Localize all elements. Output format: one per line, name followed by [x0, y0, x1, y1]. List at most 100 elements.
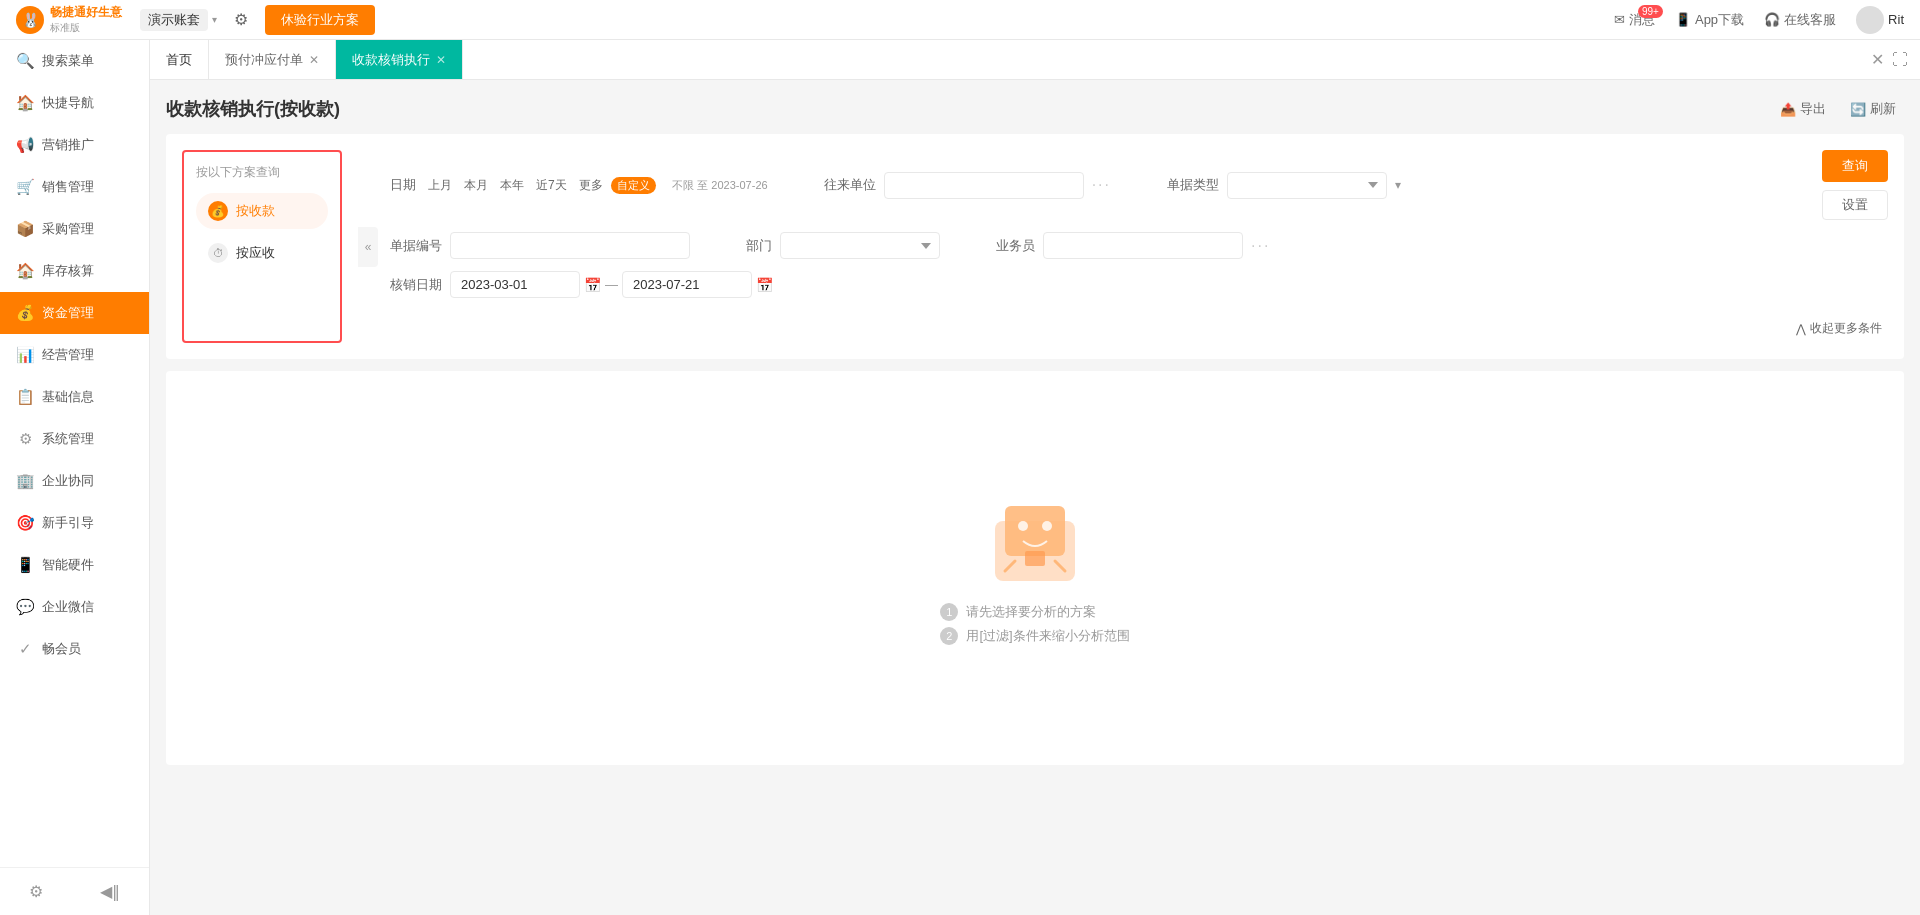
date-separator: —	[605, 277, 618, 292]
sidebar-item-marketing[interactable]: 📢 营销推广	[0, 124, 149, 166]
business-icon: 📊	[16, 346, 34, 364]
filter-option-by-receipt[interactable]: 💰 按收款	[196, 193, 328, 229]
sidebar-item-inventory[interactable]: 🏠 库存核算	[0, 250, 149, 292]
sidebar-item-business[interactable]: 📊 经营管理	[0, 334, 149, 376]
dept-label: 部门	[746, 237, 772, 255]
settings-icon[interactable]: ⚙	[227, 6, 255, 34]
doc-type-label: 单据类型	[1167, 176, 1219, 194]
search-icon: 🔍	[16, 52, 34, 70]
sidebar-item-member[interactable]: ✓ 畅会员	[0, 628, 149, 670]
counterpart-input[interactable]	[884, 172, 1084, 199]
verify-date-input-group: 📅 — 📅	[450, 271, 773, 298]
sidebar-item-enterprise[interactable]: 🏢 企业协同	[0, 460, 149, 502]
svg-rect-1	[1005, 506, 1065, 556]
sales-icon: 🛒	[16, 178, 34, 196]
page-header: 收款核销执行(按收款) 📤 导出 🔄 刷新	[166, 96, 1904, 122]
staff-dots-button[interactable]: ···	[1251, 237, 1270, 255]
sidebar-item-purchase[interactable]: 📦 采购管理	[0, 208, 149, 250]
sidebar-item-quick-nav[interactable]: 🏠 快捷导航	[0, 82, 149, 124]
sidebar-item-wechat[interactable]: 💬 企业微信	[0, 586, 149, 628]
purchase-icon: 📦	[16, 220, 34, 238]
collapse-more-button[interactable]: ⋀ 收起更多条件	[1790, 314, 1888, 343]
online-service-button[interactable]: 🎧 在线客服	[1764, 11, 1836, 29]
app-name: 畅捷通好生意	[50, 4, 122, 21]
company-selector[interactable]: 演示账套 ▾	[140, 9, 217, 31]
message-badge: 99+	[1638, 5, 1663, 18]
sidebar-label-quick-nav: 快捷导航	[42, 94, 94, 112]
hint-num-1: 1	[940, 603, 958, 621]
sidebar-collapse-button[interactable]: ◀‖	[94, 876, 126, 907]
collapse-more-row: ⋀ 收起更多条件	[390, 314, 1888, 343]
filter-option-by-receivable[interactable]: ⏱ 按应收	[196, 235, 328, 271]
system-icon: ⚙	[16, 430, 34, 448]
sidebar-bottom: ⚙ ◀‖	[0, 867, 149, 915]
logo-icon: 🐰	[16, 6, 44, 34]
doc-no-field: 单据编号	[390, 232, 690, 259]
enterprise-icon: 🏢	[16, 472, 34, 490]
sidebar-item-hardware[interactable]: 📱 智能硬件	[0, 544, 149, 586]
verify-date-start-calendar-icon[interactable]: 📅	[584, 277, 601, 293]
tab-close-all-icon[interactable]: ✕	[1871, 50, 1884, 69]
date-this-year[interactable]: 本年	[496, 175, 528, 196]
tab-prepay-offset[interactable]: 预付冲应付单 ✕	[209, 40, 336, 79]
refresh-button[interactable]: 🔄 刷新	[1842, 96, 1904, 122]
tab-home[interactable]: 首页	[150, 40, 209, 79]
tab-receipt-offset[interactable]: 收款核销执行 ✕	[336, 40, 463, 79]
app-icon: 📱	[1675, 12, 1691, 27]
sidebar-settings-button[interactable]: ⚙	[23, 876, 49, 907]
staff-field: 业务员 ···	[996, 232, 1270, 259]
guide-icon: 🎯	[16, 514, 34, 532]
sidebar: 🔍 搜索菜单 🏠 快捷导航 📢 营销推广 🛒 销售管理 📦 采购管理 🏠 库存核…	[0, 40, 150, 915]
sidebar-item-search-menu[interactable]: 🔍 搜索菜单	[0, 40, 149, 82]
date-more[interactable]: 更多	[575, 175, 607, 196]
sidebar-label-search-menu: 搜索菜单	[42, 52, 94, 70]
sidebar-label-guide: 新手引导	[42, 514, 94, 532]
verify-date-end-input[interactable]	[622, 271, 752, 298]
counterpart-dots-button[interactable]: ···	[1092, 176, 1111, 194]
industry-solution-button[interactable]: 休验行业方案	[265, 5, 375, 35]
date-no-limit-group: 不限 至 2023-07-26	[672, 177, 768, 193]
filter-collapse-button[interactable]: «	[358, 227, 378, 267]
empty-hints: 1 请先选择要分析的方案 2 用[过滤]条件来缩小分析范围	[940, 603, 1129, 645]
empty-hint-2: 2 用[过滤]条件来缩小分析范围	[940, 627, 1129, 645]
tab-expand-icon[interactable]: ⛶	[1892, 51, 1908, 69]
doc-type-field: 单据类型 ▾	[1167, 172, 1403, 199]
hardware-icon: 📱	[16, 556, 34, 574]
dept-select[interactable]	[780, 232, 940, 259]
app-download-button[interactable]: 📱 App下载	[1675, 11, 1744, 29]
user-info[interactable]: Rit	[1856, 6, 1904, 34]
sidebar-item-basic-info[interactable]: 📋 基础信息	[0, 376, 149, 418]
sidebar-item-guide[interactable]: 🎯 新手引导	[0, 502, 149, 544]
verify-date-end-calendar-icon[interactable]: 📅	[756, 277, 773, 293]
message-button[interactable]: ✉ 消息 99+	[1614, 11, 1655, 29]
sidebar-label-hardware: 智能硬件	[42, 556, 94, 574]
sidebar-item-system[interactable]: ⚙ 系统管理	[0, 418, 149, 460]
filter-row-1: 日期 上月 本月 本年 近7天 更多 自定义 不限 至	[390, 150, 1888, 220]
date-no-limit: 不限	[672, 179, 694, 191]
date-this-month[interactable]: 本月	[460, 175, 492, 196]
by-receivable-icon: ⏱	[208, 243, 228, 263]
sidebar-label-marketing: 营销推广	[42, 136, 94, 154]
date-last-month[interactable]: 上月	[424, 175, 456, 196]
tab-prepay-label: 预付冲应付单	[225, 51, 303, 69]
export-button[interactable]: 📤 导出	[1772, 96, 1834, 122]
doc-type-select[interactable]	[1227, 172, 1387, 199]
query-button[interactable]: 查询	[1822, 150, 1888, 182]
tab-receipt-close-icon[interactable]: ✕	[436, 53, 446, 67]
sidebar-item-finance[interactable]: 💰 资金管理	[0, 292, 149, 334]
settings-button[interactable]: 设置	[1822, 190, 1888, 220]
tab-prepay-close-icon[interactable]: ✕	[309, 53, 319, 67]
date-custom-badge[interactable]: 自定义	[611, 177, 656, 194]
counterpart-field: 往来单位 ···	[824, 172, 1111, 199]
doc-no-input[interactable]	[450, 232, 690, 259]
app-label: App下载	[1695, 11, 1744, 29]
hint-text-2: 用[过滤]条件来缩小分析范围	[966, 627, 1129, 645]
tab-receipt-label: 收款核销执行	[352, 51, 430, 69]
sidebar-label-sales: 销售管理	[42, 178, 94, 196]
verify-date-start-input[interactable]	[450, 271, 580, 298]
date-7-days[interactable]: 近7天	[532, 175, 571, 196]
company-dropdown-icon: ▾	[212, 14, 217, 25]
user-avatar	[1856, 6, 1884, 34]
sidebar-item-sales[interactable]: 🛒 销售管理	[0, 166, 149, 208]
staff-input[interactable]	[1043, 232, 1243, 259]
